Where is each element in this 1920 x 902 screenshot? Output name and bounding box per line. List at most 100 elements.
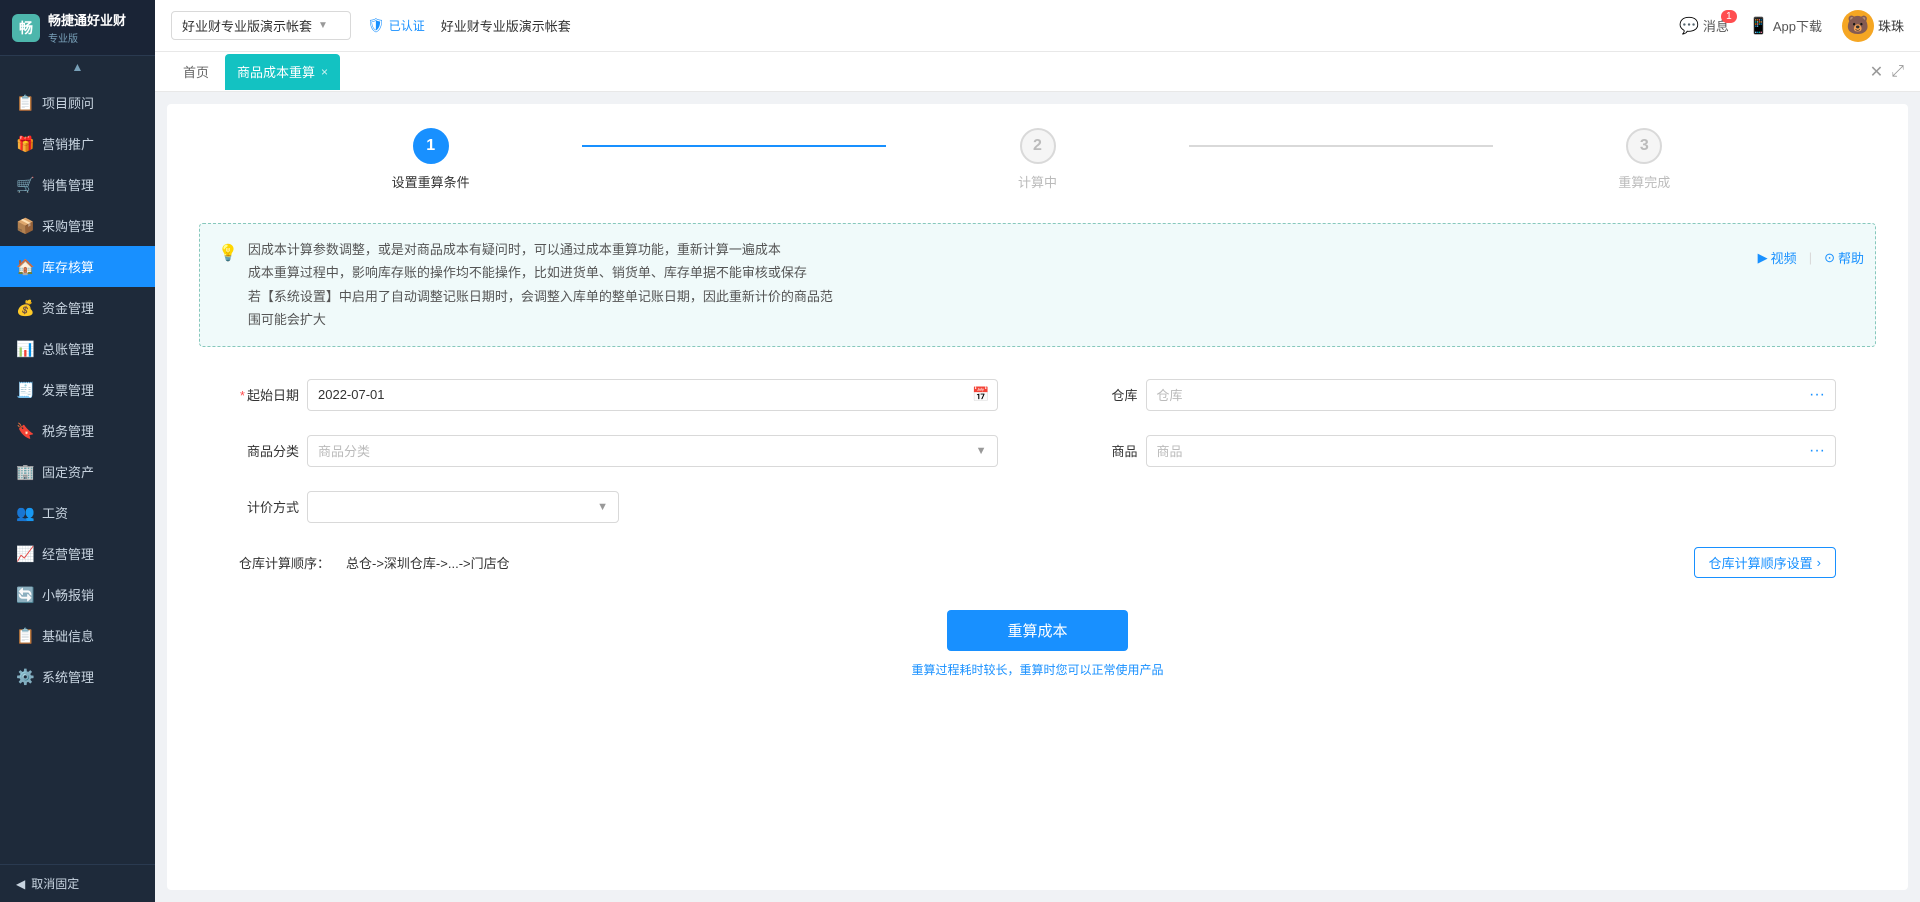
main-area: 好业财专业版演示帐套 ▼ 🛡 已认证 好业财专业版演示帐套 💬 消息 1 📱 A… bbox=[155, 0, 1920, 902]
sidebar-item-invoice[interactable]: 🧾 发票管理 bbox=[0, 369, 155, 410]
sidebar-item-assets[interactable]: 🏢 固定资产 bbox=[0, 451, 155, 492]
calc-order-settings-button[interactable]: 仓库计算顺序设置 › bbox=[1694, 547, 1836, 578]
calc-order-value: 总仓->深圳仓库->...->门店仓 bbox=[346, 553, 1678, 572]
sidebar-item-expense[interactable]: 🔄 小畅报销 bbox=[0, 574, 155, 615]
sidebar-unpin-button[interactable]: ◀ 取消固定 bbox=[0, 864, 155, 902]
hint-text: 重算过程耗时较长，重算时您可以正常使用产品 bbox=[911, 661, 1163, 678]
app-name: 畅捷通好业财 bbox=[48, 10, 126, 29]
goods-more-icon[interactable]: ··· bbox=[1809, 442, 1825, 460]
account-selector[interactable]: 好业财专业版演示帐套 ▼ bbox=[171, 11, 351, 40]
sidebar-item-operations[interactable]: 📈 经营管理 bbox=[0, 533, 155, 574]
sidebar-item-inventory[interactable]: 🏠 库存核算 bbox=[0, 246, 155, 287]
video-link[interactable]: ▶ 视频 bbox=[1758, 248, 1797, 267]
pricing-select[interactable]: ▼ bbox=[307, 491, 619, 523]
sidebar-item-payroll[interactable]: 👥 工资 bbox=[0, 492, 155, 533]
system-icon: ⚙️ bbox=[16, 668, 34, 686]
info-line-2: 成本重算过程中，影响库存账的操作均不能操作，比如进货单、销货单、库存单据不能审核… bbox=[248, 261, 833, 284]
warehouse-label: 仓库 bbox=[1078, 385, 1138, 404]
sidebar-item-label-purchase: 采购管理 bbox=[42, 216, 94, 235]
expense-icon: 🔄 bbox=[16, 586, 34, 604]
sidebar-header: 畅 畅捷通好业财 专业版 bbox=[0, 0, 155, 56]
warehouse-input-wrapper: 仓库 ··· bbox=[1146, 379, 1837, 411]
calendar-icon[interactable]: 📅 bbox=[972, 386, 989, 403]
notification-badge: 1 bbox=[1721, 10, 1737, 23]
step-connector-2 bbox=[1189, 145, 1492, 147]
calc-order-row: 仓库计算顺序： 总仓->深圳仓库->...->门店仓 仓库计算顺序设置 › bbox=[199, 547, 1876, 578]
info-line-4: 围可能会扩大 bbox=[248, 308, 833, 331]
basic-icon: 📋 bbox=[16, 627, 34, 645]
sidebar-item-marketing[interactable]: 🎁 营销推广 bbox=[0, 123, 155, 164]
verified-label: 已认证 bbox=[389, 17, 425, 34]
warehouse-field: 仓库 仓库 ··· bbox=[1078, 379, 1837, 411]
unpin-label: 取消固定 bbox=[31, 875, 79, 892]
sidebar-item-basic[interactable]: 📋 基础信息 bbox=[0, 615, 155, 656]
step-connector-1 bbox=[582, 145, 885, 147]
sidebar-item-project[interactable]: 📋 项目顾问 bbox=[0, 82, 155, 123]
info-line-3: 若【系统设置】中启用了自动调整记账日期时，会调整入库单的整单记账日期，因此重新计… bbox=[248, 285, 833, 308]
sidebar-item-label-tax: 税务管理 bbox=[42, 421, 94, 440]
recalc-cost-button[interactable]: 重算成本 bbox=[947, 610, 1127, 651]
step-2: 2 计算中 bbox=[886, 128, 1189, 191]
pricing-label: 计价方式 bbox=[239, 497, 299, 516]
help-circle-icon: ⊙ bbox=[1824, 250, 1835, 266]
topbar-account-display: 好业财专业版演示帐套 bbox=[441, 16, 571, 35]
sidebar-item-label-sales: 销售管理 bbox=[42, 175, 94, 194]
expand-window-button[interactable]: ⤢ bbox=[1891, 63, 1904, 81]
sidebar-nav: 📋 项目顾问 🎁 营销推广 🛒 销售管理 📦 采购管理 🏠 库存核算 💰 资金管… bbox=[0, 78, 155, 864]
category-dropdown-icon: ▼ bbox=[976, 445, 987, 457]
tab-product-cost[interactable]: 商品成本重算 × bbox=[225, 54, 340, 90]
step-2-number: 2 bbox=[1033, 137, 1042, 155]
sidebar-item-label-marketing: 营销推广 bbox=[42, 134, 94, 153]
step-2-label: 计算中 bbox=[1018, 172, 1057, 191]
sidebar-item-system[interactable]: ⚙️ 系统管理 bbox=[0, 656, 155, 697]
inventory-icon: 🏠 bbox=[16, 258, 34, 276]
sidebar-item-ledger[interactable]: 📊 总账管理 bbox=[0, 328, 155, 369]
form-row-1: 起始日期 📅 仓库 仓库 ··· bbox=[239, 379, 1836, 411]
sidebar-item-sales[interactable]: 🛒 销售管理 bbox=[0, 164, 155, 205]
tab-close-icon[interactable]: × bbox=[321, 65, 328, 79]
sidebar-item-label-project: 项目顾问 bbox=[42, 93, 94, 112]
sidebar-item-tax[interactable]: 🔖 税务管理 bbox=[0, 410, 155, 451]
calc-order-label: 仓库计算顺序： bbox=[239, 553, 330, 572]
app-logo: 畅 bbox=[12, 14, 40, 42]
step-1-label: 设置重算条件 bbox=[392, 172, 470, 191]
category-select[interactable]: 商品分类 ▼ bbox=[307, 435, 998, 467]
info-line-1: 因成本计算参数调整，或是对商品成本有疑问时，可以通过成本重算功能，重新计算一遍成… bbox=[248, 238, 833, 261]
sidebar-item-finance[interactable]: 💰 资金管理 bbox=[0, 287, 155, 328]
sidebar-item-purchase[interactable]: 📦 采购管理 bbox=[0, 205, 155, 246]
bulb-icon: 💡 bbox=[218, 240, 238, 332]
form-section: 起始日期 📅 仓库 仓库 ··· 商品分类 bbox=[199, 379, 1876, 523]
user-name: 珠珠 bbox=[1878, 16, 1904, 35]
sidebar-item-label-expense: 小畅报销 bbox=[42, 585, 94, 604]
sidebar-scroll-up[interactable]: ▲ bbox=[0, 56, 155, 78]
tab-home-label: 首页 bbox=[183, 62, 209, 81]
start-date-label: 起始日期 bbox=[239, 385, 299, 404]
finance-icon: 💰 bbox=[16, 299, 34, 317]
app-download-button[interactable]: 📱 App下载 bbox=[1749, 16, 1822, 36]
message-button[interactable]: 💬 消息 1 bbox=[1679, 16, 1729, 36]
sidebar-item-label-assets: 固定资产 bbox=[42, 462, 94, 481]
video-play-icon: ▶ bbox=[1758, 250, 1768, 266]
sidebar-item-label-basic: 基础信息 bbox=[42, 626, 94, 645]
close-window-button[interactable]: ✕ bbox=[1870, 62, 1883, 82]
goods-placeholder: 商品 bbox=[1157, 441, 1183, 460]
account-selector-arrow-icon: ▼ bbox=[318, 20, 328, 31]
step-2-circle: 2 bbox=[1020, 128, 1056, 164]
message-icon: 💬 bbox=[1679, 16, 1699, 36]
sidebar-item-label-operations: 经营管理 bbox=[42, 544, 94, 563]
purchase-icon: 📦 bbox=[16, 217, 34, 235]
category-label: 商品分类 bbox=[239, 441, 299, 460]
form-row-3: 计价方式 ▼ bbox=[239, 491, 1836, 523]
app-download-label: App下载 bbox=[1773, 16, 1822, 35]
warehouse-more-icon[interactable]: ··· bbox=[1809, 386, 1825, 404]
category-field: 商品分类 商品分类 ▼ bbox=[239, 435, 998, 467]
unpin-icon: ◀ bbox=[16, 877, 25, 891]
phone-icon: 📱 bbox=[1749, 16, 1769, 36]
account-selector-name: 好业财专业版演示帐套 bbox=[182, 16, 312, 35]
help-link[interactable]: ⊙ 帮助 bbox=[1824, 248, 1864, 267]
tab-home[interactable]: 首页 bbox=[171, 54, 221, 90]
user-profile-button[interactable]: 🐻 珠珠 bbox=[1842, 10, 1904, 42]
sales-icon: 🛒 bbox=[16, 176, 34, 194]
help-label: 帮助 bbox=[1838, 248, 1864, 267]
start-date-input[interactable] bbox=[307, 379, 998, 411]
